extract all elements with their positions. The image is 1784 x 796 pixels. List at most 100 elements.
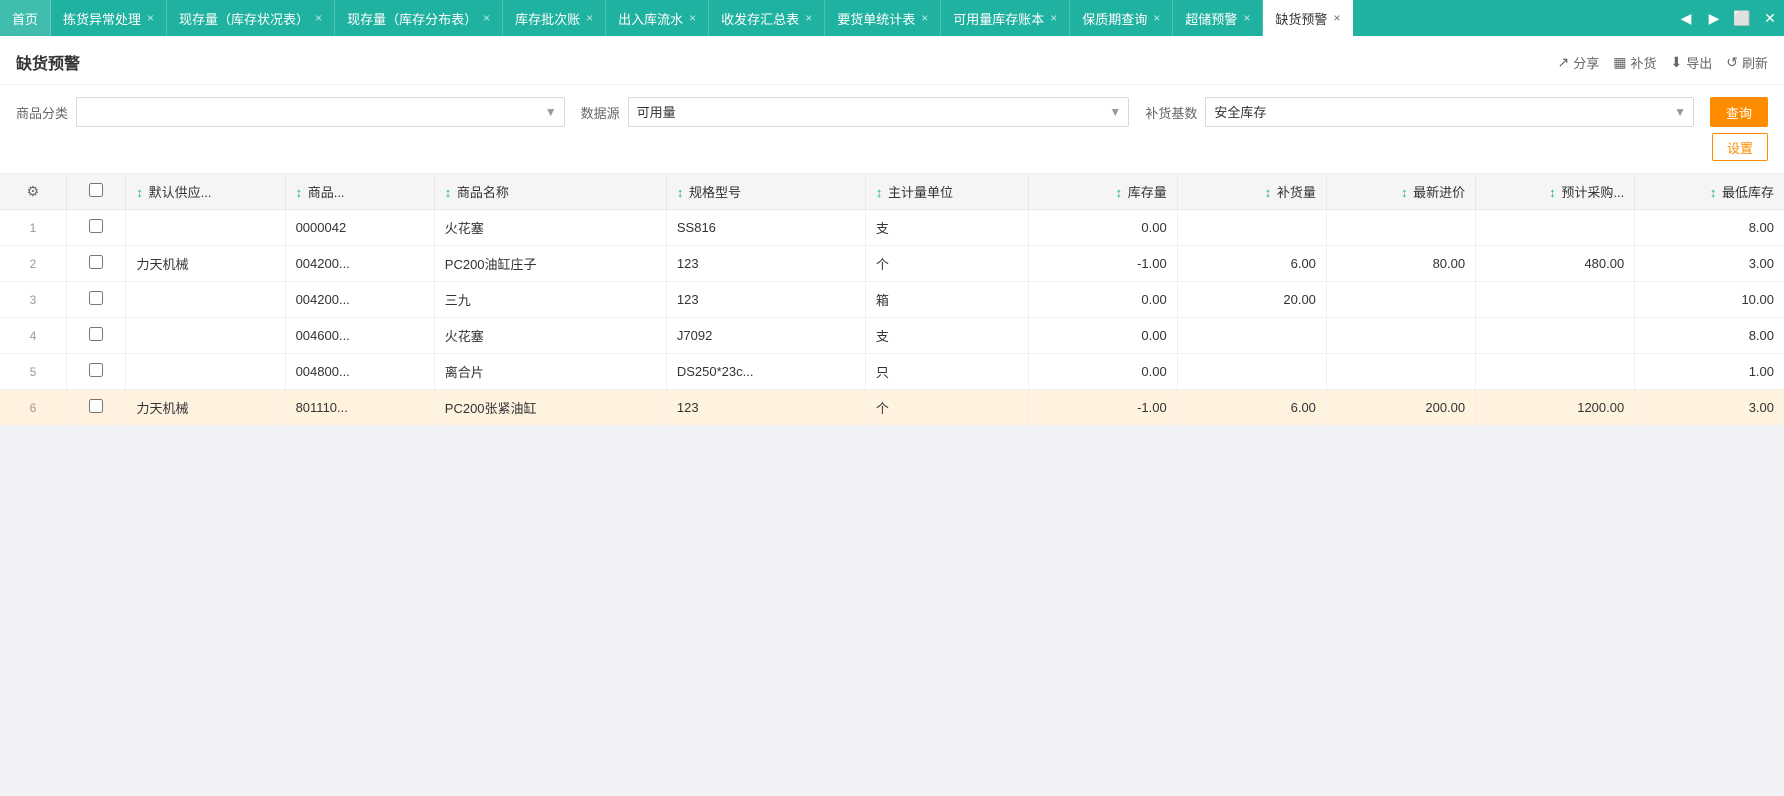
replenish-base-select[interactable]: 安全库存 — [1205, 97, 1694, 127]
td-est-purchase-6: 1200.00 — [1476, 390, 1635, 426]
td-est-purchase-1 — [1476, 210, 1635, 246]
td-seq-1: 1 — [0, 210, 66, 246]
th-replenish[interactable]: ↕ 补货量 — [1177, 174, 1326, 210]
tab-overstock[interactable]: 超储预警 × — [1173, 0, 1263, 36]
share-icon: ↗ — [1558, 54, 1570, 71]
tab-bar-actions: ◀ ▶ ⬜ ✕ — [1672, 10, 1784, 27]
th-min-stock[interactable]: ↕ 最低库存 — [1635, 174, 1784, 210]
th-spec[interactable]: ↕ 规格型号 — [666, 174, 865, 210]
td-unit-2: 个 — [865, 246, 1028, 282]
th-goods-code[interactable]: ↕ 商品... — [285, 174, 434, 210]
tab-home[interactable]: 首页 — [0, 0, 51, 36]
row-checkbox-6[interactable] — [89, 399, 103, 413]
td-spec-5: DS250*23c... — [666, 354, 865, 390]
window-restore-btn[interactable]: ⬜ — [1728, 10, 1756, 27]
settings-button[interactable]: 设置 — [1712, 133, 1768, 161]
th-replenish-sort: ↕ — [1265, 185, 1272, 200]
th-stock[interactable]: ↕ 库存量 — [1028, 174, 1177, 210]
tab-batch-account[interactable]: 库存批次账 × — [503, 0, 606, 36]
category-select[interactable] — [76, 97, 565, 127]
tab-shortage[interactable]: 缺货预警 × — [1263, 0, 1353, 36]
tab-overstock-label: 超储预警 — [1185, 9, 1237, 28]
tab-inventory-dist[interactable]: 现存量（库存分布表） × — [335, 0, 503, 36]
tab-expiry-query[interactable]: 保质期查询 × — [1070, 0, 1173, 36]
td-min-stock-5: 1.00 — [1635, 354, 1784, 390]
th-est-purchase-sort: ↕ — [1549, 185, 1556, 200]
tab-batch-account-close[interactable]: × — [586, 11, 593, 25]
share-button[interactable]: ↗ 分享 — [1558, 53, 1600, 72]
table-row: 6 力天机械 801110... PC200张紧油缸 123 个 -1.00 6… — [0, 390, 1784, 426]
td-latest-price-6: 200.00 — [1326, 390, 1475, 426]
td-seq-3: 3 — [0, 282, 66, 318]
td-replenish-2: 6.00 — [1177, 246, 1326, 282]
th-goods-name-sort: ↕ — [445, 185, 452, 200]
th-goods-name[interactable]: ↕ 商品名称 — [434, 174, 666, 210]
td-latest-price-3 — [1326, 282, 1475, 318]
td-min-stock-1: 8.00 — [1635, 210, 1784, 246]
td-latest-price-5 — [1326, 354, 1475, 390]
tab-available-ledger-close[interactable]: × — [1050, 11, 1057, 25]
tab-recv-summary-close[interactable]: × — [805, 11, 812, 25]
table-row: 3 004200... 三九 123 箱 0.00 20.00 10.00 — [0, 282, 1784, 318]
main-content: 缺货预警 ↗ 分享 ▦ 补货 ⬇ 导出 ↺ 刷新 商品分类 — [0, 36, 1784, 426]
tab-inventory-status-close[interactable]: × — [315, 11, 322, 25]
datasource-select[interactable]: 可用量 — [628, 97, 1130, 127]
td-latest-price-4 — [1326, 318, 1475, 354]
td-supplier-2: 力天机械 — [126, 246, 285, 282]
replenish-base-label: 补货基数 — [1145, 103, 1197, 122]
td-stock-6: -1.00 — [1028, 390, 1177, 426]
td-checkbox-4[interactable] — [66, 318, 126, 354]
row-checkbox-4[interactable] — [89, 327, 103, 341]
tab-inout-flow[interactable]: 出入库流水 × — [606, 0, 709, 36]
th-settings[interactable]: ⚙ — [0, 174, 66, 210]
th-default-supplier[interactable]: ↕ 默认供应... — [126, 174, 285, 210]
filter-actions: 查询 设置 — [1710, 97, 1768, 161]
td-checkbox-6[interactable] — [66, 390, 126, 426]
td-min-stock-6: 3.00 — [1635, 390, 1784, 426]
td-checkbox-3[interactable] — [66, 282, 126, 318]
td-unit-5: 只 — [865, 354, 1028, 390]
tab-prev-btn[interactable]: ◀ — [1672, 10, 1700, 27]
tab-inventory-status[interactable]: 现存量（库存状况表） × — [167, 0, 335, 36]
table-row: 2 力天机械 004200... PC200油缸庄子 123 个 -1.00 6… — [0, 246, 1784, 282]
tab-shortage-close[interactable]: × — [1333, 11, 1340, 25]
tab-overstock-close[interactable]: × — [1243, 11, 1250, 25]
select-all-checkbox[interactable] — [89, 183, 103, 197]
column-settings-icon[interactable]: ⚙ — [27, 183, 40, 199]
refresh-button[interactable]: ↺ 刷新 — [1726, 53, 1768, 72]
th-latest-price[interactable]: ↕ 最新进价 — [1326, 174, 1475, 210]
th-unit[interactable]: ↕ 主计量单位 — [865, 174, 1028, 210]
td-latest-price-2: 80.00 — [1326, 246, 1475, 282]
tab-order-stats[interactable]: 要货单统计表 × — [825, 0, 941, 36]
table-row: 5 004800... 离合片 DS250*23c... 只 0.00 1.00 — [0, 354, 1784, 390]
td-goods-name-1: 火花塞 — [434, 210, 666, 246]
tab-bar: 首页 拣货异常处理 × 现存量（库存状况表） × 现存量（库存分布表） × 库存… — [0, 0, 1784, 36]
tab-available-ledger[interactable]: 可用量库存账本 × — [941, 0, 1070, 36]
td-replenish-1 — [1177, 210, 1326, 246]
td-unit-3: 箱 — [865, 282, 1028, 318]
replenish-button[interactable]: ▦ 补货 — [1613, 53, 1656, 72]
td-checkbox-2[interactable] — [66, 246, 126, 282]
row-checkbox-1[interactable] — [89, 219, 103, 233]
window-close-btn[interactable]: ✕ — [1756, 10, 1784, 27]
filter-group-datasource: 数据源 可用量 ▼ — [581, 97, 1130, 127]
td-checkbox-5[interactable] — [66, 354, 126, 390]
td-checkbox-1[interactable] — [66, 210, 126, 246]
td-est-purchase-3 — [1476, 282, 1635, 318]
tab-inout-flow-close[interactable]: × — [689, 11, 696, 25]
th-min-stock-sort: ↕ — [1710, 185, 1717, 200]
row-checkbox-3[interactable] — [89, 291, 103, 305]
table-row: 1 0000042 火花塞 SS816 支 0.00 8.00 — [0, 210, 1784, 246]
tab-order-stats-close[interactable]: × — [921, 11, 928, 25]
tab-next-btn[interactable]: ▶ — [1700, 10, 1728, 27]
tab-recv-summary[interactable]: 收发存汇总表 × — [709, 0, 825, 36]
th-est-purchase[interactable]: ↕ 预计采购... — [1476, 174, 1635, 210]
tab-inventory-dist-close[interactable]: × — [483, 11, 490, 25]
tab-abnormal-close[interactable]: × — [147, 11, 154, 25]
row-checkbox-5[interactable] — [89, 363, 103, 377]
row-checkbox-2[interactable] — [89, 255, 103, 269]
export-button[interactable]: ⬇ 导出 — [1671, 53, 1713, 72]
tab-expiry-query-close[interactable]: × — [1153, 11, 1160, 25]
tab-abnormal[interactable]: 拣货异常处理 × — [51, 0, 167, 36]
query-button[interactable]: 查询 — [1710, 97, 1768, 127]
